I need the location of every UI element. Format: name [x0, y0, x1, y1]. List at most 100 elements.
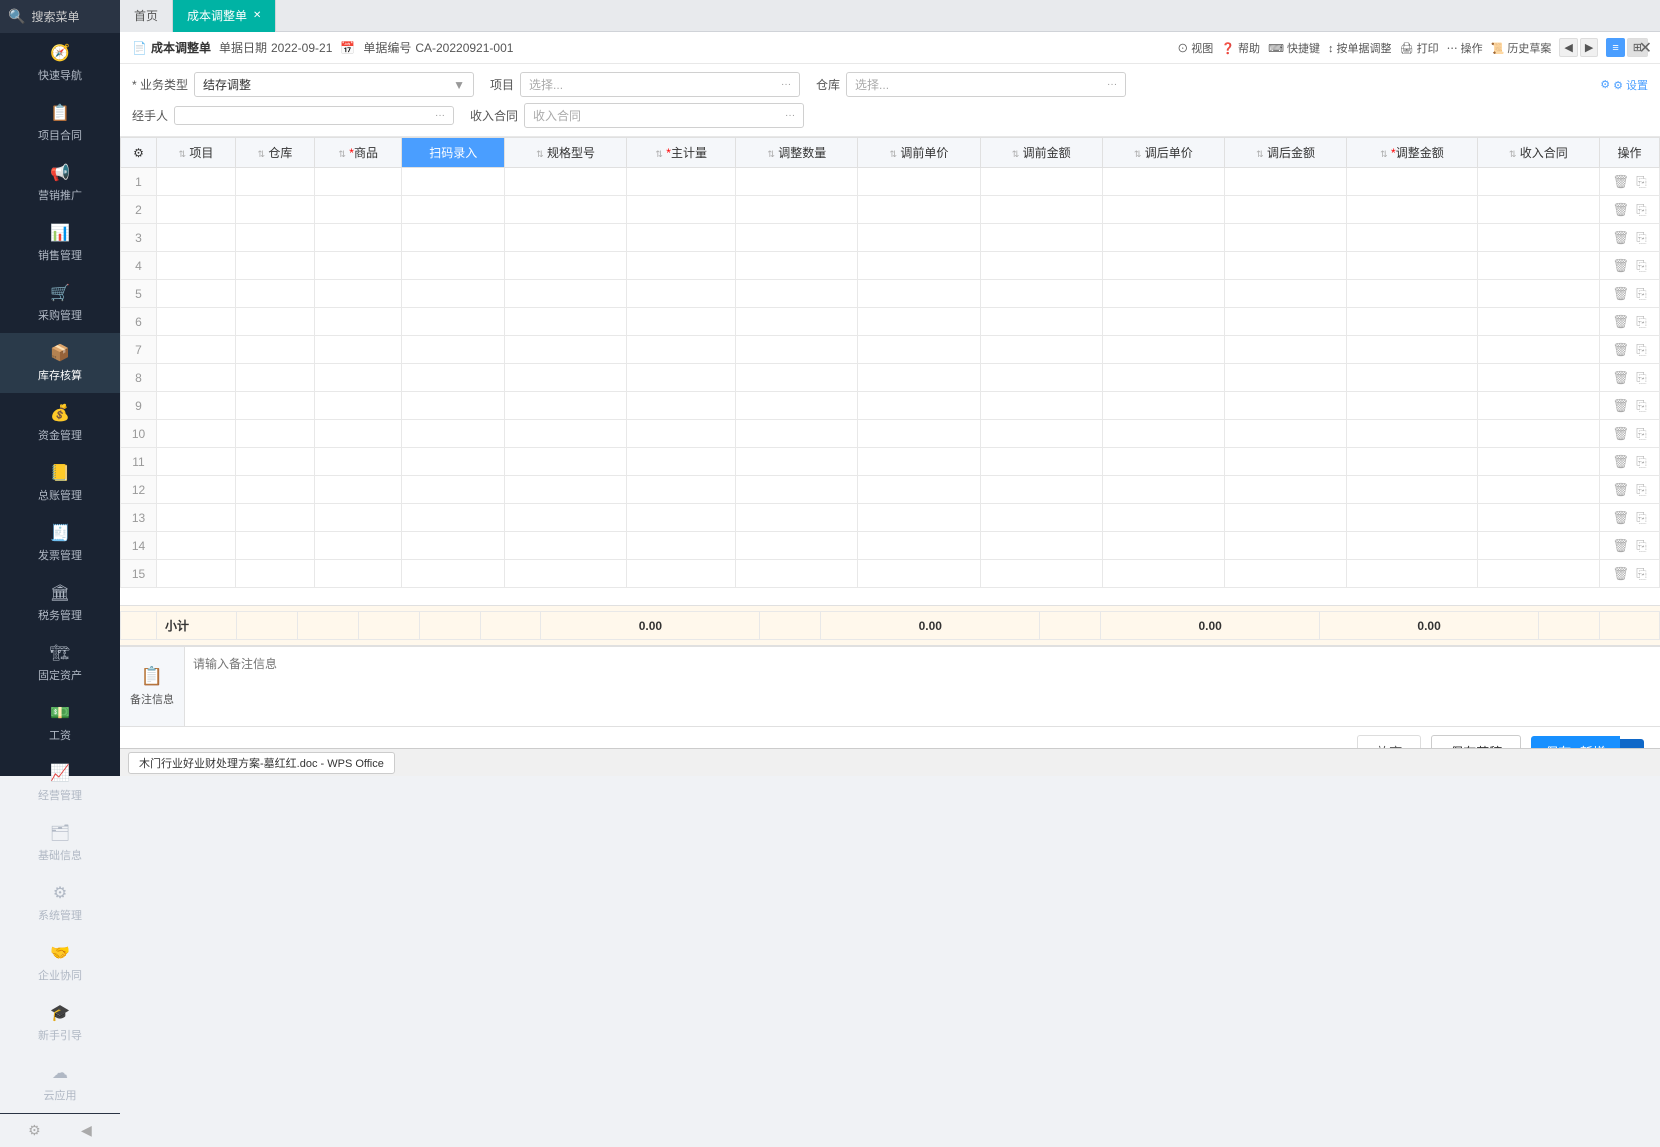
row-11-post-amount[interactable]: [1224, 448, 1346, 476]
toolbar-action-shortcut[interactable]: ⌨ 快捷键: [1268, 40, 1320, 56]
row-14-pre-price[interactable]: [858, 532, 980, 560]
row-11-pre-price[interactable]: [858, 448, 980, 476]
row-10-pre-price[interactable]: [858, 420, 980, 448]
row-9-goods[interactable]: [314, 392, 401, 420]
row-9-scan[interactable]: [402, 392, 505, 420]
row-3-warehouse[interactable]: [235, 224, 314, 252]
row-14-pre-amount[interactable]: [980, 532, 1102, 560]
row-4-warehouse[interactable]: [235, 252, 314, 280]
row-13-warehouse[interactable]: [235, 504, 314, 532]
sidebar-item-guide[interactable]: 🎓 新手引导: [0, 993, 120, 1053]
sidebar-item-finance[interactable]: 💰 资金管理: [0, 393, 120, 453]
row-1-post-amount[interactable]: [1224, 168, 1346, 196]
row-6-post-amount[interactable]: [1224, 308, 1346, 336]
row-11-adj-qty[interactable]: [736, 448, 858, 476]
row-6-copy-icon[interactable]: ⎘: [1636, 314, 1646, 329]
row-5-post-price[interactable]: [1102, 280, 1224, 308]
row-14-post-price[interactable]: [1102, 532, 1224, 560]
row-13-copy-icon[interactable]: ⎘: [1636, 510, 1646, 525]
row-2-spec[interactable]: [505, 196, 627, 224]
income-contract-input[interactable]: 收入合同 ···: [524, 103, 804, 128]
row-8-pre-amount[interactable]: [980, 364, 1102, 392]
row-5-pre-amount[interactable]: [980, 280, 1102, 308]
row-11-pre-amount[interactable]: [980, 448, 1102, 476]
row-9-post-amount[interactable]: [1224, 392, 1346, 420]
row-8-delete-icon[interactable]: 🗑: [1612, 370, 1629, 385]
sidebar-search[interactable]: 🔍 搜索菜单: [0, 0, 120, 33]
row-12-goods[interactable]: [314, 476, 401, 504]
row-15-income-contract[interactable]: [1477, 560, 1599, 588]
row-14-copy-icon[interactable]: ⎘: [1636, 538, 1646, 553]
row-12-unit[interactable]: [627, 476, 736, 504]
row-4-pre-price[interactable]: [858, 252, 980, 280]
row-10-scan[interactable]: [402, 420, 505, 448]
row-13-post-price[interactable]: [1102, 504, 1224, 532]
row-10-warehouse[interactable]: [235, 420, 314, 448]
row-13-delete-icon[interactable]: 🗑: [1612, 510, 1629, 525]
row-4-unit[interactable]: [627, 252, 736, 280]
row-9-adj-qty[interactable]: [736, 392, 858, 420]
row-12-pre-price[interactable]: [858, 476, 980, 504]
row-15-post-price[interactable]: [1102, 560, 1224, 588]
row-8-post-price[interactable]: [1102, 364, 1224, 392]
sidebar-item-inventory[interactable]: 📦 库存核算: [0, 333, 120, 393]
row-11-delete-icon[interactable]: 🗑: [1612, 454, 1629, 469]
tab-cost-adjustment[interactable]: 成本调整单 ✕: [173, 0, 276, 32]
row-9-pre-amount[interactable]: [980, 392, 1102, 420]
row-3-goods[interactable]: [314, 224, 401, 252]
row-15-adj-qty[interactable]: [736, 560, 858, 588]
row-10-income-contract[interactable]: [1477, 420, 1599, 448]
row-6-spec[interactable]: [505, 308, 627, 336]
warehouse-input[interactable]: 选择... ···: [846, 72, 1126, 97]
row-2-goods[interactable]: [314, 196, 401, 224]
row-7-adj-qty[interactable]: [736, 336, 858, 364]
row-5-adj-qty[interactable]: [736, 280, 858, 308]
row-1-scan[interactable]: [402, 168, 505, 196]
project-input[interactable]: 选择... ···: [520, 72, 800, 97]
nav-next-button[interactable]: ▶: [1580, 38, 1598, 57]
row-3-copy-icon[interactable]: ⎘: [1636, 230, 1646, 245]
row-15-copy-icon[interactable]: ⎘: [1636, 566, 1646, 581]
row-1-spec[interactable]: [505, 168, 627, 196]
row-13-spec[interactable]: [505, 504, 627, 532]
row-5-adj-amount[interactable]: [1347, 280, 1478, 308]
row-15-pre-amount[interactable]: [980, 560, 1102, 588]
row-15-pre-price[interactable]: [858, 560, 980, 588]
row-10-copy-icon[interactable]: ⎘: [1636, 426, 1646, 441]
row-10-post-price[interactable]: [1102, 420, 1224, 448]
row-12-post-amount[interactable]: [1224, 476, 1346, 504]
sidebar-item-quick-nav[interactable]: 🧭 快速导航: [0, 33, 120, 93]
row-10-spec[interactable]: [505, 420, 627, 448]
row-9-copy-icon[interactable]: ⎘: [1636, 398, 1646, 413]
row-15-unit[interactable]: [627, 560, 736, 588]
row-8-pre-price[interactable]: [858, 364, 980, 392]
row-2-copy-icon[interactable]: ⎘: [1636, 202, 1646, 217]
row-3-spec[interactable]: [505, 224, 627, 252]
row-7-unit[interactable]: [627, 336, 736, 364]
row-1-warehouse[interactable]: [235, 168, 314, 196]
row-2-income-contract[interactable]: [1477, 196, 1599, 224]
toolbar-action-operations[interactable]: ⋯ 操作: [1447, 40, 1483, 56]
row-3-income-contract[interactable]: [1477, 224, 1599, 252]
row-8-unit[interactable]: [627, 364, 736, 392]
row-7-pre-price[interactable]: [858, 336, 980, 364]
toolbar-action-help[interactable]: ❓ 帮助: [1221, 40, 1260, 56]
row-1-delete-icon[interactable]: 🗑: [1612, 174, 1629, 189]
row-8-adj-qty[interactable]: [736, 364, 858, 392]
sidebar-item-invoice[interactable]: 🧾 发票管理: [0, 513, 120, 573]
row-5-delete-icon[interactable]: 🗑: [1612, 286, 1629, 301]
row-5-copy-icon[interactable]: ⎘: [1636, 286, 1646, 301]
row-9-pre-price[interactable]: [858, 392, 980, 420]
row-3-scan[interactable]: [402, 224, 505, 252]
row-4-post-amount[interactable]: [1224, 252, 1346, 280]
row-2-adj-qty[interactable]: [736, 196, 858, 224]
row-13-income-contract[interactable]: [1477, 504, 1599, 532]
row-8-goods[interactable]: [314, 364, 401, 392]
row-4-spec[interactable]: [505, 252, 627, 280]
row-5-project[interactable]: [157, 280, 236, 308]
row-1-pre-amount[interactable]: [980, 168, 1102, 196]
row-10-pre-amount[interactable]: [980, 420, 1102, 448]
row-6-warehouse[interactable]: [235, 308, 314, 336]
row-2-pre-price[interactable]: [858, 196, 980, 224]
row-11-spec[interactable]: [505, 448, 627, 476]
